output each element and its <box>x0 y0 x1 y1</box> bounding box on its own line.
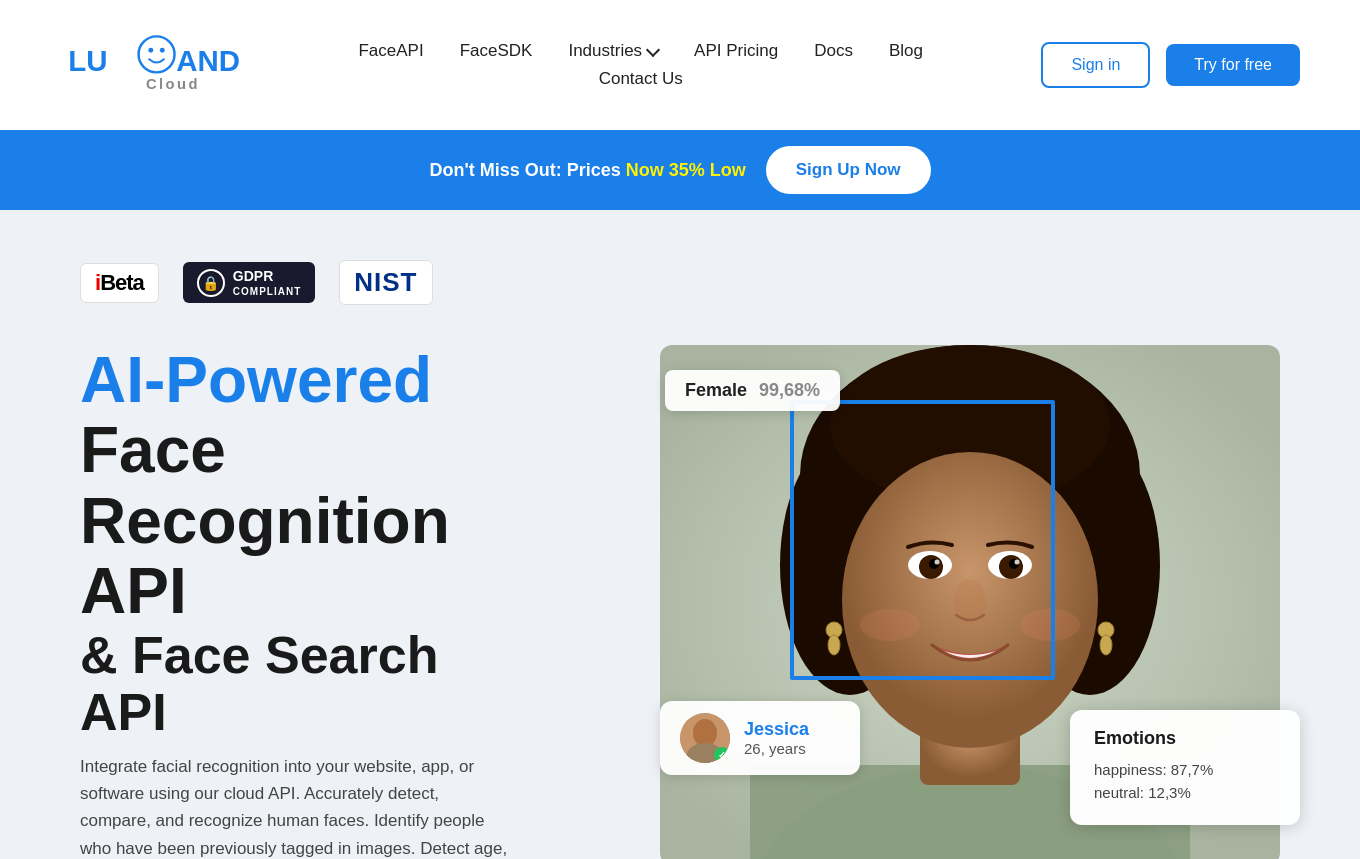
svg-text:LU: LU <box>68 44 107 77</box>
nav-docs[interactable]: Docs <box>814 41 853 61</box>
svg-point-32 <box>693 719 717 747</box>
detection-box <box>790 400 1055 680</box>
nav-contact-us[interactable]: Contact Us <box>599 69 683 89</box>
banner-text: Don't Miss Out: Prices Now 35% Low <box>429 160 745 181</box>
gdpr-badge: 🔒 GDPR COMPLIANT <box>183 262 315 303</box>
nav-blog[interactable]: Blog <box>889 41 923 61</box>
identity-name: Jessica <box>744 719 809 740</box>
logo[interactable]: LU AND Cloud <box>60 25 240 105</box>
nav-api-pricing[interactable]: API Pricing <box>694 41 778 61</box>
header: LU AND Cloud FaceAPI FaceSDK Industries … <box>0 0 1360 130</box>
identity-age: 26, years <box>744 740 809 757</box>
emotion-happiness: happiness: 87,7% <box>1094 761 1276 778</box>
emotions-card: Emotions happiness: 87,7% neutral: 12,3% <box>1070 710 1300 825</box>
hero-title-face: Face <box>80 415 600 485</box>
banner-highlight: Now 35% Low <box>626 160 746 180</box>
main-content: iBeta 🔒 GDPR COMPLIANT NIST AI-Powered F… <box>0 210 1360 859</box>
hero-left: AI-Powered Face Recognition API & Face S… <box>80 345 600 859</box>
gdpr-icon: 🔒 <box>197 269 225 297</box>
gender-text: Female <box>685 380 747 401</box>
try-free-button[interactable]: Try for free <box>1166 44 1300 86</box>
nav-faceapi[interactable]: FaceAPI <box>358 41 423 61</box>
svg-text:AND: AND <box>176 44 240 77</box>
hero-description: Integrate facial recognition into your w… <box>80 753 510 859</box>
hero-section: AI-Powered Face Recognition API & Face S… <box>80 345 1280 859</box>
identity-card: ✓ Jessica 26, years <box>660 701 860 775</box>
hero-headings: AI-Powered Face Recognition API & Face S… <box>80 345 600 741</box>
gdpr-sublabel: COMPLIANT <box>233 286 301 297</box>
gdpr-label: GDPR <box>233 268 301 284</box>
svg-point-3 <box>160 48 165 53</box>
hero-right: Female 99,68% ✓ Jessica <box>660 345 1280 859</box>
hero-title-and: & Face Search <box>80 627 600 684</box>
trust-badges: iBeta 🔒 GDPR COMPLIANT NIST <box>80 260 1280 305</box>
identity-avatar: ✓ <box>680 713 730 763</box>
hero-title-api2: API <box>80 684 600 741</box>
svg-text:Cloud: Cloud <box>146 76 200 92</box>
svg-point-30 <box>1100 635 1112 655</box>
emotion-neutral: neutral: 12,3% <box>1094 784 1276 801</box>
svg-point-1 <box>139 36 175 72</box>
hero-title-api: API <box>80 556 600 626</box>
nav-industries[interactable]: Industries <box>568 41 658 61</box>
hero-title-recognition: Recognition <box>80 486 600 556</box>
promo-banner: Don't Miss Out: Prices Now 35% Low Sign … <box>0 130 1360 210</box>
gender-confidence: 99,68% <box>759 380 820 401</box>
emotions-title: Emotions <box>1094 728 1276 749</box>
ibeta-badge: iBeta <box>80 263 159 303</box>
header-actions: Sign in Try for free <box>1041 42 1300 88</box>
svg-point-2 <box>148 48 153 53</box>
hero-title-blue: AI-Powered <box>80 345 600 415</box>
nav-facesdk[interactable]: FaceSDK <box>460 41 533 61</box>
main-nav: FaceAPI FaceSDK Industries API Pricing D… <box>358 41 923 89</box>
sign-in-button[interactable]: Sign in <box>1041 42 1150 88</box>
nist-badge: NIST <box>339 260 432 305</box>
gender-label-card: Female 99,68% <box>665 370 840 411</box>
signup-now-button[interactable]: Sign Up Now <box>766 146 931 194</box>
chevron-down-icon <box>646 43 660 57</box>
identity-check-icon: ✓ <box>714 747 730 763</box>
